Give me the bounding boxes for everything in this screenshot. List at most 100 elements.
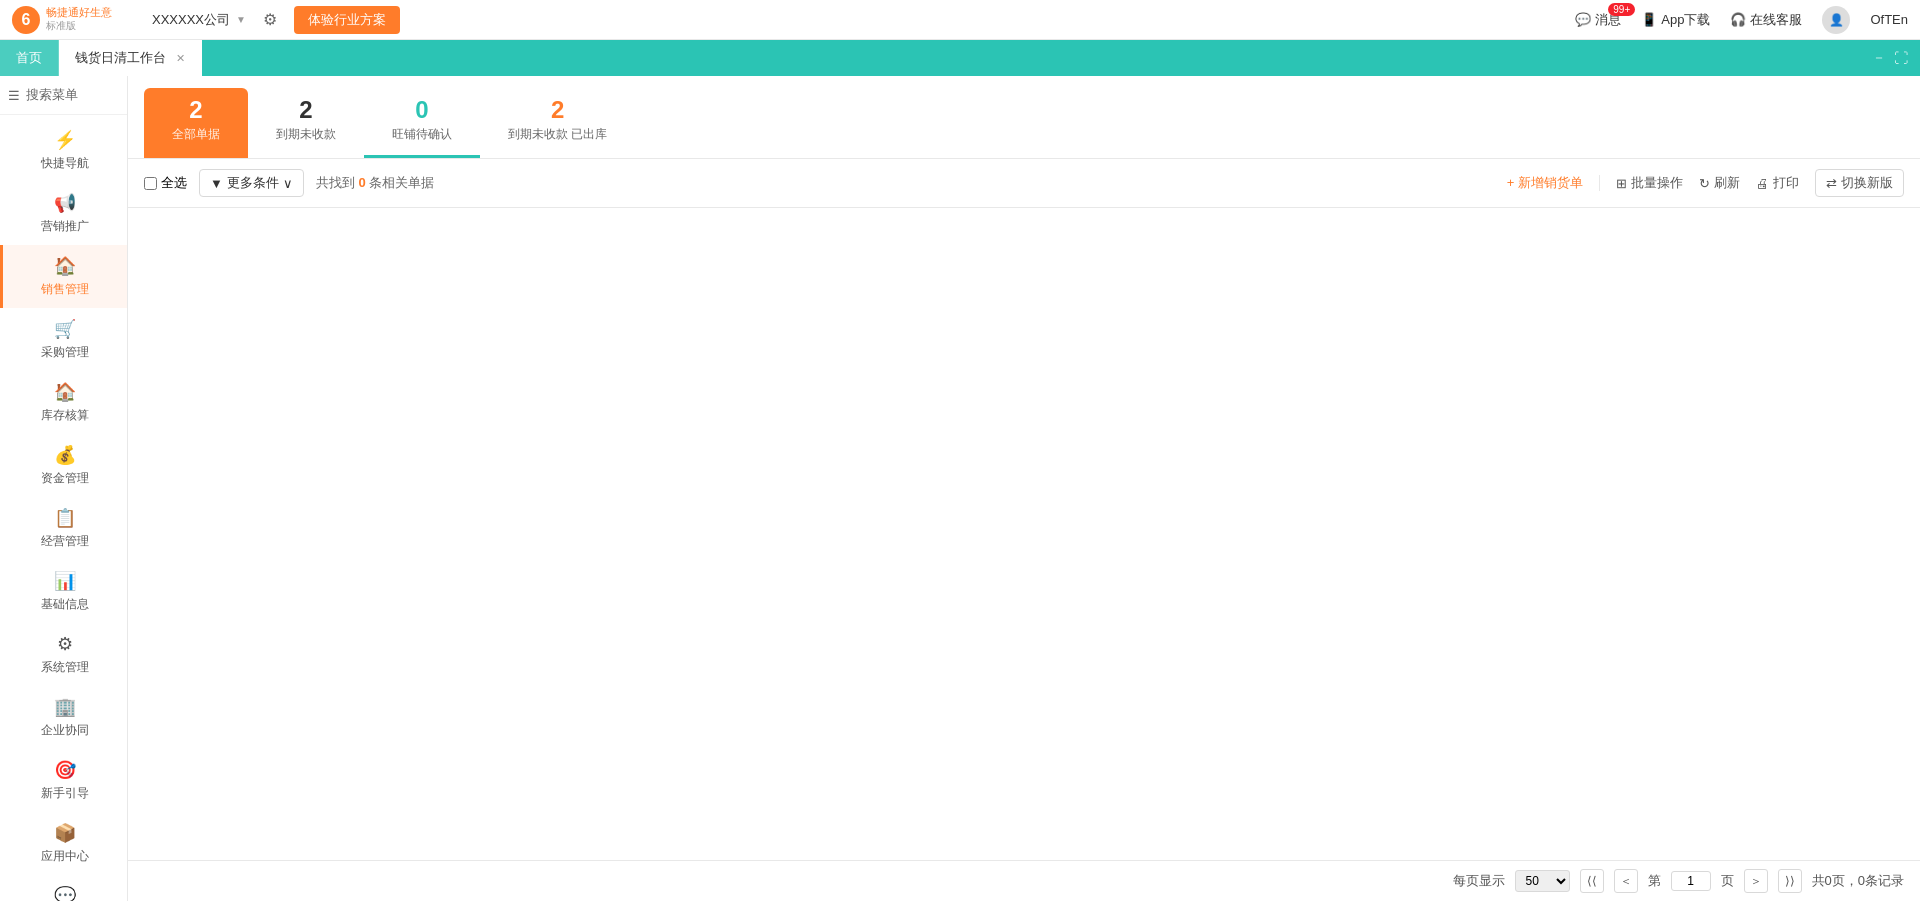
shipped-label: 到期未收款 已出库	[508, 126, 607, 143]
user-name[interactable]: OfTEn	[1870, 12, 1908, 27]
app-download-label: App下载	[1661, 11, 1710, 29]
stats-tabs: 2 全部单据 2 到期未收款 0 旺铺待确认 2 到期未收款 已出库	[128, 76, 1920, 159]
inventory-icon: 🏠	[54, 381, 76, 403]
tab-workbench[interactable]: 钱货日清工作台 ✕	[59, 40, 202, 76]
top-header: 6 畅捷通好生意 标准版 XXXXXX公司 ▼ ⚙ 体验行业方案 💬 消息 99…	[0, 0, 1920, 40]
tab-home[interactable]: 首页	[0, 40, 59, 76]
service-label: 在线客服	[1750, 11, 1802, 29]
found-count: 0	[359, 175, 366, 190]
sidebar-item-finance[interactable]: 💰 资金管理	[0, 434, 127, 497]
enterprise-icon: 🏢	[54, 696, 76, 718]
table-area	[128, 208, 1920, 860]
tab-bar: 首页 钱货日清工作台 ✕ － ⛶	[0, 40, 1920, 76]
system-label: 系统管理	[41, 659, 89, 676]
company-selector[interactable]: XXXXXX公司 ▼	[152, 11, 246, 29]
sidebar-item-inventory[interactable]: 🏠 库存核算	[0, 371, 127, 434]
filter-button[interactable]: ▼ 更多条件 ∨	[199, 169, 304, 197]
refresh-label: 刷新	[1714, 174, 1740, 192]
stat-tab-pending[interactable]: 0 旺铺待确认	[364, 88, 480, 158]
chevron-icon: ∨	[283, 176, 293, 191]
sidebar-item-sales[interactable]: 🏠 销售管理	[0, 245, 127, 308]
select-all-label: 全选	[161, 174, 187, 192]
sidebar-item-marketing[interactable]: 📢 营销推广	[0, 182, 127, 245]
logo-text-area: 畅捷通好生意 标准版	[46, 6, 112, 33]
app-download-button[interactable]: 📱 App下载	[1641, 11, 1710, 29]
add-sales-order-button[interactable]: + 新增销货单	[1507, 174, 1583, 192]
toolbar: 全选 ▼ 更多条件 ∨ 共找到 0 条相关单据 + 新增销货单 ⊞ 批	[128, 159, 1920, 208]
print-button[interactable]: 🖨 打印	[1756, 174, 1799, 192]
pagination-bar: 每页显示 50 20 100 ⟨⟨ ＜ 第 页 ＞ ⟩⟩ 共0页，0条记录	[128, 860, 1920, 901]
minimize-icon[interactable]: －	[1872, 49, 1886, 67]
close-tab-icon[interactable]: ✕	[176, 52, 185, 65]
select-all-checkbox[interactable]: 全选	[144, 174, 187, 192]
try-industry-button[interactable]: 体验行业方案	[294, 6, 400, 34]
switch-icon: ⇄	[1826, 176, 1837, 191]
appstore-icon: 📦	[54, 822, 76, 844]
switch-label: 切换新版	[1841, 174, 1893, 192]
last-page-button[interactable]: ⟩⟩	[1778, 869, 1802, 893]
batch-operations-button[interactable]: ⊞ 批量操作	[1616, 174, 1683, 192]
stat-tab-overdue[interactable]: 2 到期未收款	[248, 88, 364, 158]
settings-button[interactable]: ⚙	[256, 6, 284, 34]
filter-label: 更多条件	[227, 174, 279, 192]
operations-label: 经营管理	[41, 533, 89, 550]
sidebar-item-purchase[interactable]: 🛒 采购管理	[0, 308, 127, 371]
message-icon: 💬	[1575, 12, 1591, 27]
sidebar-item-wechat[interactable]: 💬 企业微信	[0, 875, 127, 901]
chevron-down-icon: ▼	[236, 14, 246, 25]
tab-bar-actions: － ⛶	[1860, 40, 1920, 76]
sidebar-item-system[interactable]: ⚙ 系统管理	[0, 623, 127, 686]
company-name: XXXXXX公司	[152, 11, 230, 29]
batch-icon: ⊞	[1616, 176, 1627, 191]
print-label: 打印	[1773, 174, 1799, 192]
sidebar-item-appstore[interactable]: 📦 应用中心	[0, 812, 127, 875]
stat-tab-shipped[interactable]: 2 到期未收款 已出库	[480, 88, 635, 158]
page-unit: 页	[1721, 872, 1734, 890]
online-service-button[interactable]: 🎧 在线客服	[1730, 11, 1802, 29]
sales-icon: 🏠	[54, 255, 76, 277]
system-icon: ⚙	[57, 633, 73, 655]
first-page-button[interactable]: ⟨⟨	[1580, 869, 1604, 893]
prev-page-button[interactable]: ＜	[1614, 869, 1638, 893]
page-input[interactable]	[1671, 871, 1711, 891]
select-all-input[interactable]	[144, 177, 157, 190]
pending-label: 旺铺待确认	[392, 126, 452, 143]
overdue-count: 2	[299, 96, 312, 124]
toolbar-right: + 新增销货单 ⊞ 批量操作 ↻ 刷新 🖨 打印 ⇄ 切换新版	[1507, 169, 1904, 197]
maximize-icon[interactable]: ⛶	[1894, 50, 1908, 66]
overdue-label: 到期未收款	[276, 126, 336, 143]
stat-tab-all[interactable]: 2 全部单据	[144, 88, 248, 158]
per-page-label: 每页显示	[1453, 872, 1505, 890]
marketing-icon: 📢	[54, 192, 76, 214]
marketing-label: 营销推广	[41, 218, 89, 235]
sidebar: ☰ 搜索菜单 ⚡ 快捷导航 📢 营销推广 🏠 销售管理 🛒 采购管理 🏠	[0, 76, 128, 901]
sidebar-item-quick-nav[interactable]: ⚡ 快捷导航	[0, 119, 127, 182]
enterprise-label: 企业协同	[41, 722, 89, 739]
batch-label: 批量操作	[1631, 174, 1683, 192]
logo-icon: 6	[12, 6, 40, 34]
sidebar-item-enterprise[interactable]: 🏢 企业协同	[0, 686, 127, 749]
header-right: 💬 消息 99+ 📱 App下载 🎧 在线客服 👤 OfTEn	[1575, 6, 1908, 34]
message-button[interactable]: 💬 消息 99+	[1575, 11, 1621, 29]
shipped-count: 2	[551, 96, 564, 124]
next-page-button[interactable]: ＞	[1744, 869, 1768, 893]
sidebar-nav-top: ⚡ 快捷导航 📢 营销推广 🏠 销售管理 🛒 采购管理 🏠 库存核算 💰	[0, 115, 127, 901]
search-menu-label: 搜索菜单	[26, 86, 78, 104]
search-menu[interactable]: ☰ 搜索菜单	[0, 76, 127, 115]
page-label: 第	[1648, 872, 1661, 890]
basic-label: 基础信息	[41, 596, 89, 613]
app-badge: 标准版	[46, 19, 112, 33]
finance-icon: 💰	[54, 444, 76, 466]
print-icon: 🖨	[1756, 176, 1769, 191]
found-suffix: 条相关单据	[369, 175, 434, 190]
sidebar-item-newbie[interactable]: 🎯 新手引导	[0, 749, 127, 812]
switch-new-version-button[interactable]: ⇄ 切换新版	[1815, 169, 1904, 197]
search-icon: ☰	[8, 88, 20, 103]
refresh-icon: ↻	[1699, 176, 1710, 191]
appstore-label: 应用中心	[41, 848, 89, 865]
sidebar-item-operations[interactable]: 📋 经营管理	[0, 497, 127, 560]
refresh-button[interactable]: ↻ 刷新	[1699, 174, 1740, 192]
workbench-tab-label: 钱货日清工作台	[75, 49, 166, 67]
sidebar-item-basic[interactable]: 📊 基础信息	[0, 560, 127, 623]
per-page-select[interactable]: 50 20 100	[1515, 870, 1570, 892]
